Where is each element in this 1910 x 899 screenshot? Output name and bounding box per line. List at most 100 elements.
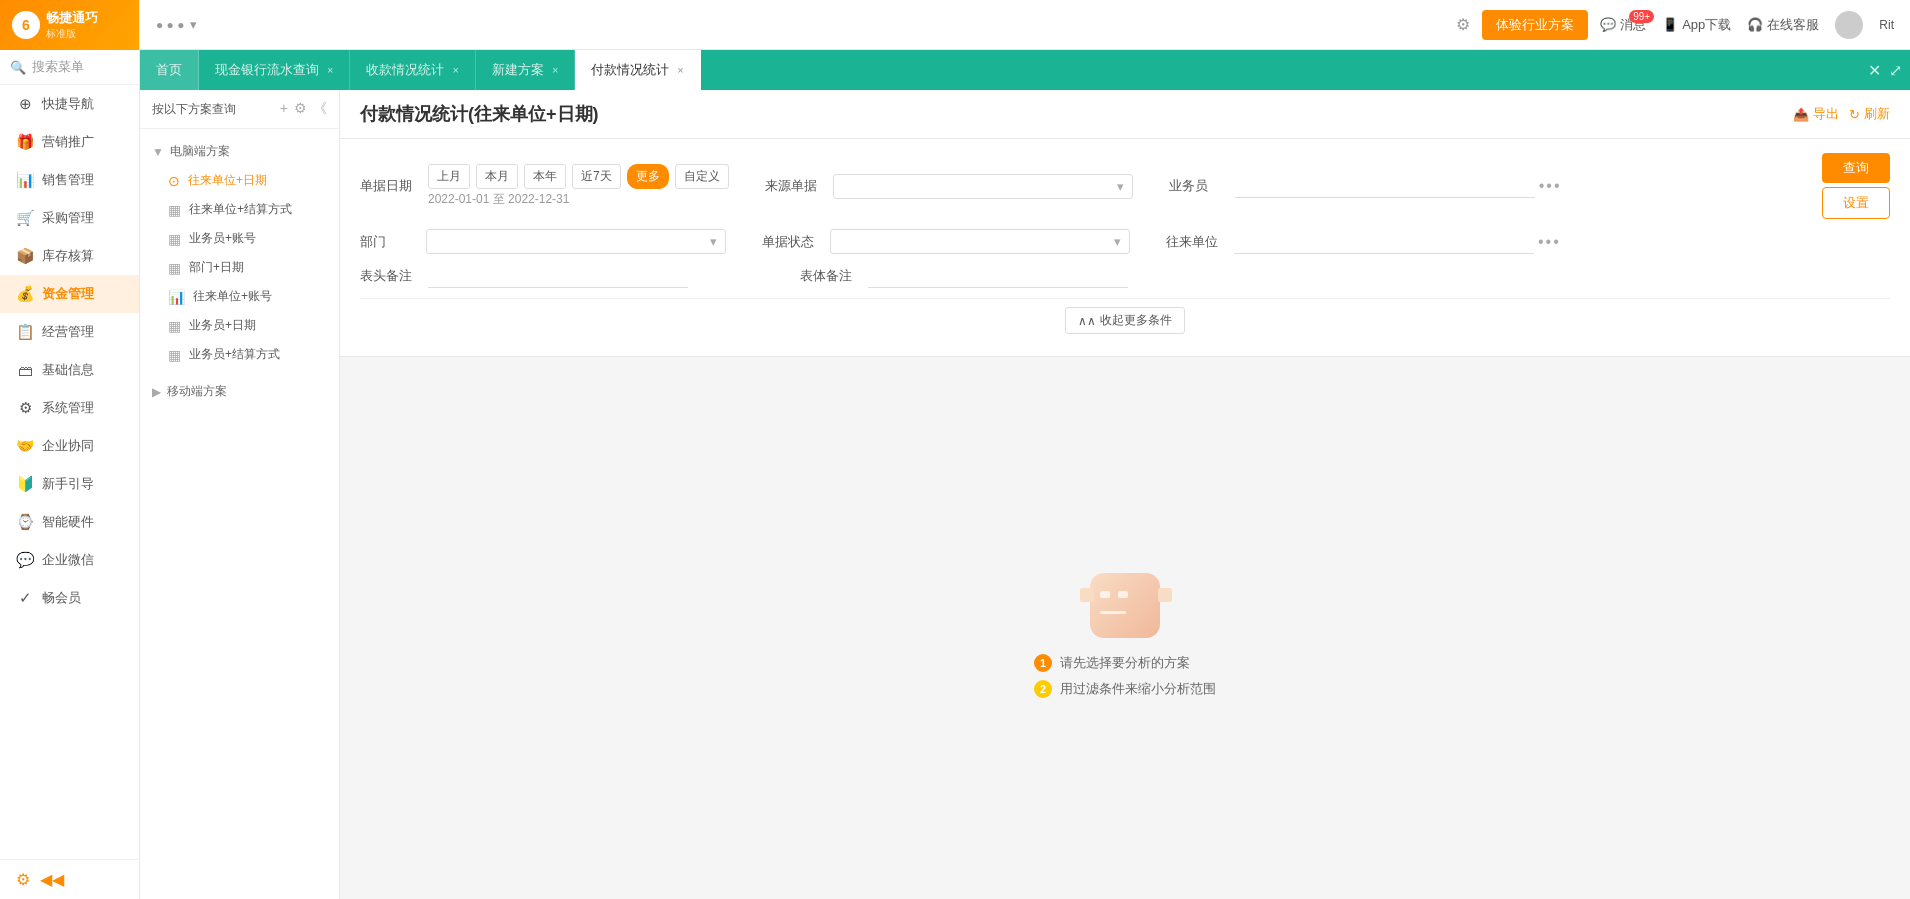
date-range-display: 2022-01-01 至 2022-12-31 xyxy=(428,191,729,208)
mobile-group-header[interactable]: ▶ 移动端方案 xyxy=(140,377,339,406)
message-button[interactable]: 💬 消息 99+ xyxy=(1600,16,1646,34)
sidebar-item-operation[interactable]: 📋 经营管理 xyxy=(0,313,139,351)
source-select[interactable]: ▾ xyxy=(833,174,1133,199)
sidebar-item-wechat[interactable]: 💬 企业微信 xyxy=(0,541,139,579)
voucher-status-select[interactable]: ▾ xyxy=(830,229,1130,254)
sidebar-item-quick-nav[interactable]: ⊕ 快捷导航 xyxy=(0,85,139,123)
scheme-item-staff-settle[interactable]: ▦ 业务员+结算方式 xyxy=(140,340,339,369)
hint-text-2: 用过滤条件来缩小分析范围 xyxy=(1060,680,1216,698)
scheme-collapse-icon[interactable]: 《 xyxy=(313,100,327,118)
last-month-btn[interactable]: 上月 xyxy=(428,164,470,189)
this-year-btn[interactable]: 本年 xyxy=(524,164,566,189)
voucher-status-label: 单据状态 xyxy=(762,233,814,251)
tab-actions: ✕ ⤢ xyxy=(1860,50,1910,90)
right-content: 付款情况统计(往来单位+日期) 📤 导出 ↻ 刷新 单据日期 xyxy=(340,90,1910,899)
partner-input[interactable] xyxy=(1234,230,1534,254)
staff-input[interactable] xyxy=(1235,174,1535,198)
sidebar-item-finance[interactable]: 💰 资金管理 xyxy=(0,275,139,313)
tab-new-scheme-close-icon[interactable]: × xyxy=(552,64,558,76)
logo-icon: 6 xyxy=(12,11,40,39)
online-service-button[interactable]: 🎧 在线客服 xyxy=(1747,16,1819,34)
scheme-settings-icon[interactable]: ⚙ xyxy=(294,100,307,118)
trial-industry-button[interactable]: 体验行业方案 xyxy=(1482,10,1588,40)
sidebar-item-label: 新手引导 xyxy=(42,475,94,493)
user-avatar[interactable] xyxy=(1835,11,1863,39)
sidebar-item-marketing[interactable]: 🎁 营销推广 xyxy=(0,123,139,161)
scheme-item-staff-date[interactable]: ▦ 业务员+日期 xyxy=(140,311,339,340)
scheme-item-staff-account[interactable]: ▦ 业务员+账号 xyxy=(140,224,339,253)
page-header-actions: 📤 导出 ↻ 刷新 xyxy=(1793,105,1890,123)
page-header: 付款情况统计(往来单位+日期) 📤 导出 ↻ 刷新 xyxy=(340,90,1910,139)
export-button[interactable]: 📤 导出 xyxy=(1793,105,1839,123)
tab-payment-close-icon[interactable]: × xyxy=(677,64,683,76)
sidebar-item-basic[interactable]: 🗃 基础信息 xyxy=(0,351,139,389)
last-7days-btn[interactable]: 近7天 xyxy=(572,164,621,189)
scheme-item-partner-settle[interactable]: ▦ 往来单位+结算方式 xyxy=(140,195,339,224)
sidebar-item-label: 库存核算 xyxy=(42,247,94,265)
maximize-tab-icon[interactable]: ⤢ xyxy=(1889,61,1902,80)
set-button[interactable]: 设置 xyxy=(1822,187,1890,219)
sidebar-item-purchase[interactable]: 🛒 采购管理 xyxy=(0,199,139,237)
app-download-button[interactable]: 📱 App下载 xyxy=(1662,16,1731,34)
tab-bank-flow[interactable]: 现金银行流水查询 × xyxy=(199,50,350,90)
partner-dots-icon[interactable]: ••• xyxy=(1538,233,1561,251)
group-expand-icon: ▼ xyxy=(152,145,164,159)
body-note-input[interactable] xyxy=(868,264,1128,288)
guide-icon: 🔰 xyxy=(16,475,34,493)
scheme-item-partner-account[interactable]: 📊 往来单位+账号 xyxy=(140,282,339,311)
message-icon: 💬 xyxy=(1600,17,1616,32)
sidebar-item-hardware[interactable]: ⌚ 智能硬件 xyxy=(0,503,139,541)
refresh-button[interactable]: ↻ 刷新 xyxy=(1849,105,1890,123)
tab-payment-stats-label: 付款情况统计 xyxy=(591,61,669,79)
desktop-group-header[interactable]: ▼ 电脑端方案 xyxy=(140,137,339,166)
marketing-icon: 🎁 xyxy=(16,133,34,151)
tab-bank-flow-close-icon[interactable]: × xyxy=(327,64,333,76)
tab-receipt-stats[interactable]: 收款情况统计 × xyxy=(350,50,475,90)
empty-hint-2: 2 用过滤条件来缩小分析范围 xyxy=(1034,680,1216,698)
brand-name: 畅捷通巧 xyxy=(46,9,98,27)
collapse-sidebar-icon[interactable]: ◀◀ xyxy=(40,870,64,889)
scheme-icon: ▦ xyxy=(168,202,181,218)
sidebar-item-system[interactable]: ⚙ 系统管理 xyxy=(0,389,139,427)
sidebar-item-enterprise[interactable]: 🤝 企业协同 xyxy=(0,427,139,465)
tab-receipt-close-icon[interactable]: × xyxy=(452,64,458,76)
robot-mouth xyxy=(1100,611,1126,614)
this-month-btn[interactable]: 本月 xyxy=(476,164,518,189)
collapse-conditions-button[interactable]: ∧∧ 收起更多条件 xyxy=(1065,307,1185,334)
staff-filter-label: 业务员 xyxy=(1169,177,1219,195)
scheme-item-label: 业务员+日期 xyxy=(189,317,256,334)
header-note-input[interactable] xyxy=(428,264,688,288)
close-tab-icon[interactable]: ✕ xyxy=(1868,61,1881,80)
scheme-item-partner-date[interactable]: ⊙ 往来单位+日期 xyxy=(140,166,339,195)
sidebar-item-member[interactable]: ✓ 畅会员 xyxy=(0,579,139,617)
add-scheme-icon[interactable]: + xyxy=(280,100,288,118)
purchase-icon: 🛒 xyxy=(16,209,34,227)
sidebar-footer: ⚙ ◀◀ xyxy=(0,859,139,899)
dept-select[interactable]: ▾ xyxy=(426,229,726,254)
topbar-settings-icon[interactable]: ⚙ xyxy=(1456,15,1470,34)
enterprise-icon: 🤝 xyxy=(16,437,34,455)
sidebar-item-label: 畅会员 xyxy=(42,589,81,607)
tab-new-scheme[interactable]: 新建方案 × xyxy=(476,50,575,90)
sidebar-item-inventory[interactable]: 📦 库存核算 xyxy=(0,237,139,275)
sidebar-item-sales[interactable]: 📊 销售管理 xyxy=(0,161,139,199)
query-button[interactable]: 查询 xyxy=(1822,153,1890,183)
filter-row-1: 单据日期 上月 本月 本年 近7天 更多 自定义 2022-01-01 至 20… xyxy=(360,153,1890,219)
tab-home[interactable]: 首页 xyxy=(140,50,199,90)
staff-filter-group: ••• xyxy=(1235,174,1806,198)
search-menu[interactable]: 🔍 搜索菜单 xyxy=(0,50,139,85)
settings-footer-icon[interactable]: ⚙ xyxy=(16,870,30,889)
data-area: 1 请先选择要分析的方案 2 用过滤条件来缩小分析范围 xyxy=(340,357,1910,899)
more-dates-btn[interactable]: 更多 xyxy=(627,164,669,189)
staff-dots-icon[interactable]: ••• xyxy=(1539,177,1562,195)
sidebar-item-label: 资金管理 xyxy=(42,285,94,303)
tab-payment-stats[interactable]: 付款情况统计 × xyxy=(575,50,700,90)
body-note-label: 表体备注 xyxy=(800,267,852,285)
sidebar-item-guide[interactable]: 🔰 新手引导 xyxy=(0,465,139,503)
sidebar-item-label: 销售管理 xyxy=(42,171,94,189)
custom-date-btn[interactable]: 自定义 xyxy=(675,164,729,189)
scheme-item-dept-date[interactable]: ▦ 部门+日期 xyxy=(140,253,339,282)
scheme-item-label: 部门+日期 xyxy=(189,259,244,276)
tabbar: 首页 现金银行流水查询 × 收款情况统计 × 新建方案 × 付款情况统计 × ✕… xyxy=(140,50,1910,90)
url-dropdown-icon[interactable]: ▾ xyxy=(190,17,197,32)
